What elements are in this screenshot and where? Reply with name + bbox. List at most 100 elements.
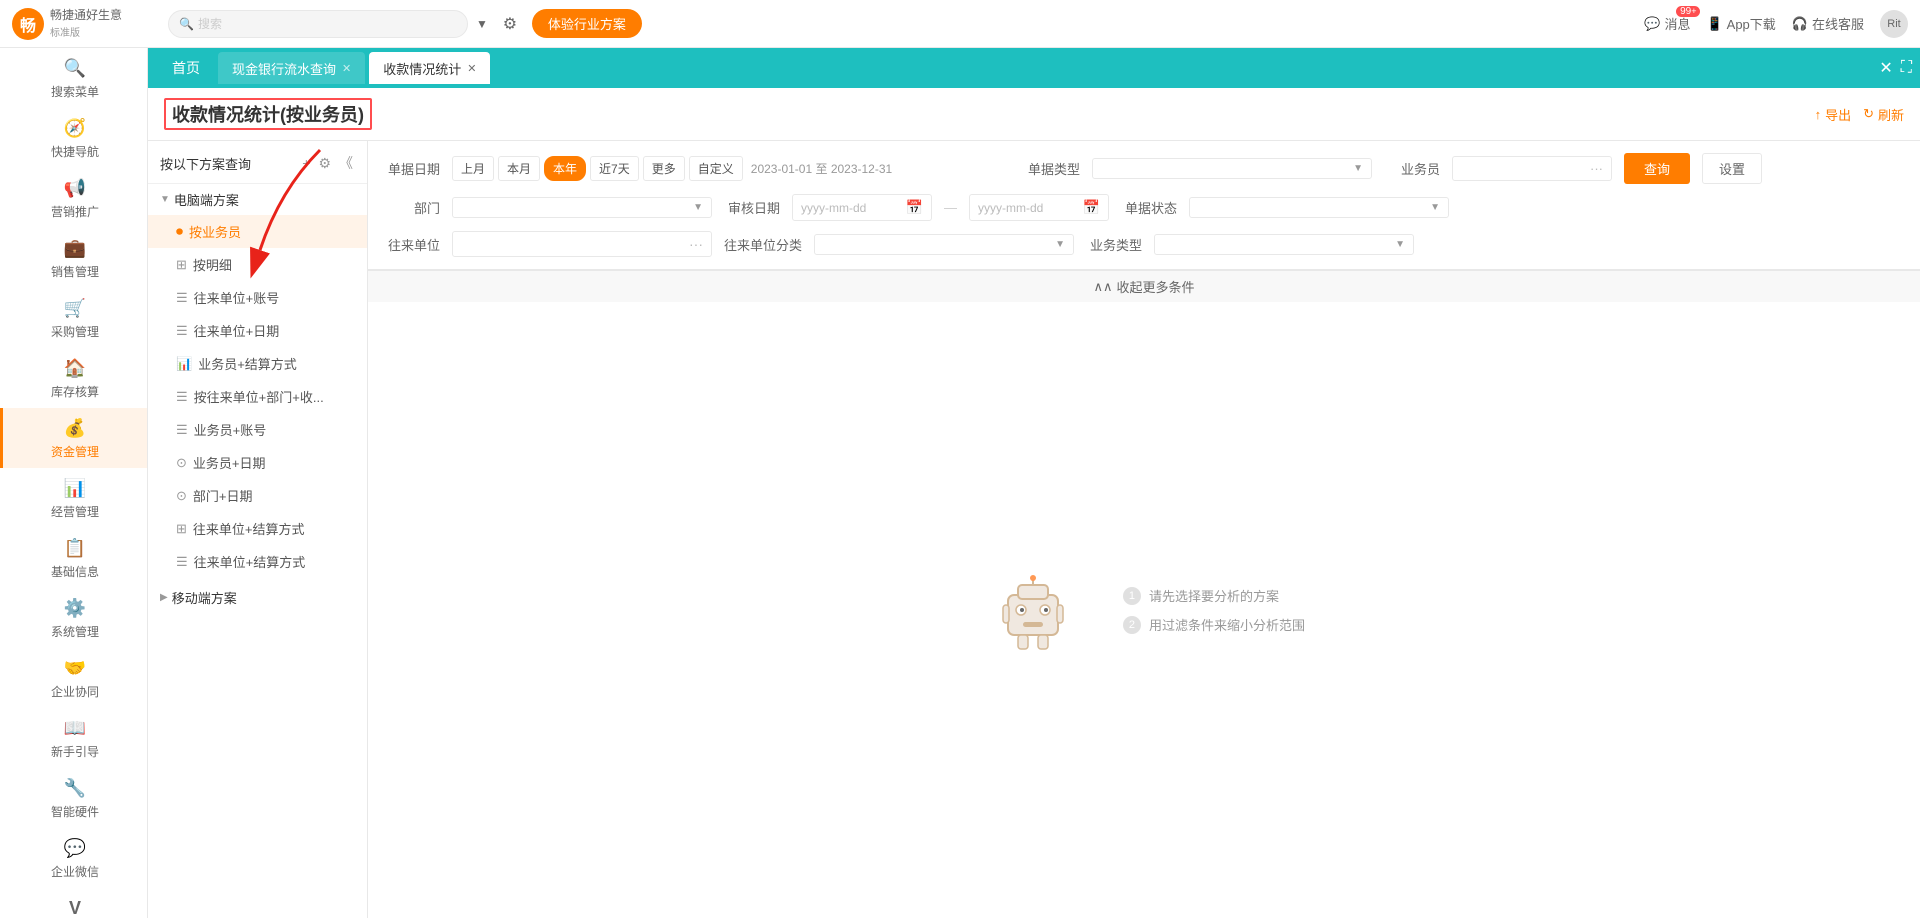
sidebar-item-system[interactable]: ⚙️ 系统管理 xyxy=(0,588,147,648)
basic-info-icon: 📋 xyxy=(64,538,86,559)
sidebar-item-collab[interactable]: 🤝 企业协同 xyxy=(0,648,147,708)
sidebar-item-label: 系统管理 xyxy=(51,623,99,640)
sidebar-item-quicknav[interactable]: 🧭 快捷导航 xyxy=(0,108,147,168)
header-search[interactable]: 🔍 搜索 xyxy=(168,10,468,38)
date-btn-this-month[interactable]: 本月 xyxy=(498,156,540,181)
tab-home[interactable]: 首页 xyxy=(156,48,216,88)
empty-tips: 1 请先选择要分析的方案 2 用过滤条件来缩小分析范围 xyxy=(1123,586,1305,634)
sidebar-item-operations[interactable]: 📊 经营管理 xyxy=(0,468,147,528)
empty-state: 1 请先选择要分析的方案 2 用过滤条件来缩小分析范围 xyxy=(368,302,1920,918)
review-date-end[interactable]: yyyy-mm-dd 📅 xyxy=(969,194,1109,221)
biz-type-select[interactable]: ▼ xyxy=(1154,234,1414,255)
filter-area: 单据日期 上月 本月 本年 近7天 更多 自定义 2023-01-01 至 20… xyxy=(368,141,1920,270)
scheme-item-salesman-date[interactable]: ⊙ 业务员+日期 xyxy=(148,446,367,479)
sidebar-item-purchase[interactable]: 🛒 采购管理 xyxy=(0,288,147,348)
settings-icon-btn[interactable]: ⚙ xyxy=(496,10,524,38)
scheme-item-partner-account[interactable]: ☰ 往来单位+账号 xyxy=(148,281,367,314)
doc-type-select[interactable]: ▼ xyxy=(1092,158,1372,179)
query-btn[interactable]: 查询 xyxy=(1624,153,1690,184)
header-dropdown[interactable]: ▼ xyxy=(476,17,488,31)
calendar-icon[interactable]: 📅 xyxy=(1083,199,1100,216)
user-avatar[interactable]: Rit xyxy=(1880,10,1908,38)
scheme-item-detail[interactable]: ⊞ 按明细 xyxy=(148,248,367,281)
partner-cat-select[interactable]: ▼ xyxy=(814,234,1074,255)
tab-close-stats[interactable]: ✕ xyxy=(467,62,476,75)
scheme-item-partner-dept[interactable]: ☰ 按往来单位+部门+收... xyxy=(148,380,367,413)
system-icon: ⚙️ xyxy=(64,598,86,619)
scheme-group-desktop-header[interactable]: ▼ 电脑端方案 xyxy=(148,184,367,215)
scheme-item-partner-settle1[interactable]: ⊞ 往来单位+结算方式 xyxy=(148,512,367,545)
dots-icon[interactable]: ··· xyxy=(689,236,703,252)
purchase-icon: 🛒 xyxy=(64,298,86,319)
tab-expand-btn[interactable]: ⛶ xyxy=(1901,58,1912,78)
sidebar-item-label: 基础信息 xyxy=(51,563,99,580)
scheme-item-salesman[interactable]: ⏺ 按业务员 xyxy=(148,215,367,248)
date-range-text: 2023-01-01 至 2023-12-31 xyxy=(751,160,892,177)
service-icon: 🎧 xyxy=(1792,16,1808,32)
tab-collection-stats[interactable]: 收款情况统计 ✕ xyxy=(369,52,490,84)
sidebar-item-finance[interactable]: 💰 资金管理 xyxy=(0,408,147,468)
sales-icon: 💼 xyxy=(64,238,86,259)
sidebar-item-member[interactable]: V 畅会员 xyxy=(0,888,147,918)
scheme-item-partner-settle2[interactable]: ☰ 往来单位+结算方式 xyxy=(148,545,367,578)
tab-close-all-btn[interactable]: ✕ xyxy=(1879,58,1892,78)
review-label: 审核日期 xyxy=(724,198,780,217)
export-icon: ↑ xyxy=(1815,107,1822,122)
collapse-panel-btn[interactable]: 《 xyxy=(337,151,355,175)
date-btn-more[interactable]: 更多 xyxy=(643,156,685,181)
partner-cat-label: 往来单位分类 xyxy=(724,235,802,254)
calendar-icon[interactable]: 📅 xyxy=(906,199,923,216)
scheme-item-partner-date[interactable]: ☰ 往来单位+日期 xyxy=(148,314,367,347)
scheme-group-mobile-header[interactable]: ▶ 移动端方案 xyxy=(148,582,367,613)
left-panel-header: 按以下方案查询 + ⚙ 《 xyxy=(148,141,367,184)
message-btn[interactable]: 💬 消息 99+ xyxy=(1644,14,1690,33)
refresh-btn[interactable]: ↻ 刷新 xyxy=(1863,105,1904,124)
scheme-item-salesman-settle[interactable]: 📊 业务员+结算方式 xyxy=(148,347,367,380)
sidebar-item-sales[interactable]: 💼 销售管理 xyxy=(0,228,147,288)
salesman-select[interactable]: ··· xyxy=(1452,156,1612,181)
add-scheme-btn[interactable]: + xyxy=(300,151,312,175)
date-btn-last-month[interactable]: 上月 xyxy=(452,156,494,181)
online-service-btn[interactable]: 🎧 在线客服 xyxy=(1792,14,1864,33)
filter-row-2: 部门 ▼ 审核日期 yyyy-mm-dd 📅 — xyxy=(384,194,1904,221)
filter-settings-btn[interactable]: 设置 xyxy=(1702,153,1762,184)
sidebar-item-guide[interactable]: 📖 新手引导 xyxy=(0,708,147,768)
date-btn-this-year[interactable]: 本年 xyxy=(544,156,586,181)
export-btn[interactable]: ↑ 导出 xyxy=(1815,105,1852,124)
sidebar-item-inventory[interactable]: 🏠 库存核算 xyxy=(0,348,147,408)
inventory-icon: 🏠 xyxy=(64,358,86,379)
collapse-icon: ∧∧ xyxy=(1093,279,1112,295)
quicknav-icon: 🧭 xyxy=(64,118,86,139)
scheme-icon: ☰ xyxy=(176,290,188,306)
scheme-item-salesman-account[interactable]: ☰ 业务员+账号 xyxy=(148,413,367,446)
sidebar-item-basic-info[interactable]: 📋 基础信息 xyxy=(0,528,147,588)
try-industry-btn[interactable]: 体验行业方案 xyxy=(532,9,642,38)
collapse-conditions-btn[interactable]: ∧∧ 收起更多条件 xyxy=(368,270,1920,302)
sidebar-item-marketing[interactable]: 📢 营销推广 xyxy=(0,168,147,228)
sidebar-item-hardware[interactable]: 🔧 智能硬件 xyxy=(0,768,147,828)
dept-select[interactable]: ▼ xyxy=(452,197,712,218)
sidebar-item-label: 企业协同 xyxy=(51,683,99,700)
toggle-icon: ▶ xyxy=(160,592,168,603)
date-btn-custom[interactable]: 自定义 xyxy=(689,156,743,181)
status-select[interactable]: ▼ xyxy=(1189,197,1449,218)
scheme-icon: ⊙ xyxy=(176,488,187,504)
refresh-icon: ↻ xyxy=(1863,106,1874,122)
app-download-btn[interactable]: 📱 App下载 xyxy=(1706,14,1775,33)
sidebar-item-search[interactable]: 🔍 搜索菜单 xyxy=(0,48,147,108)
sidebar-item-wechat[interactable]: 💬 企业微信 xyxy=(0,828,147,888)
tab-close-bank[interactable]: ✕ xyxy=(342,62,351,75)
partner-select[interactable]: ··· xyxy=(452,231,712,257)
chevron-down-icon: ▼ xyxy=(1430,202,1440,213)
scheme-settings-btn[interactable]: ⚙ xyxy=(316,151,333,175)
tab-bank-flow[interactable]: 现金银行流水查询 ✕ xyxy=(218,52,365,84)
search-menu-icon: 🔍 xyxy=(64,58,86,79)
scheme-group-desktop: ▼ 电脑端方案 ⏺ 按业务员 ⊞ 按明细 ☰ xyxy=(148,184,367,582)
review-date-start[interactable]: yyyy-mm-dd 📅 xyxy=(792,194,932,221)
scheme-icon-active: ⏺ xyxy=(176,223,183,240)
scheme-item-dept-date[interactable]: ⊙ 部门+日期 xyxy=(148,479,367,512)
dept-label: 部门 xyxy=(384,198,440,217)
date-btn-7days[interactable]: 近7天 xyxy=(590,156,639,181)
dots-icon: ··· xyxy=(1590,161,1603,176)
filter-row-1: 单据日期 上月 本月 本年 近7天 更多 自定义 2023-01-01 至 20… xyxy=(384,153,1904,184)
